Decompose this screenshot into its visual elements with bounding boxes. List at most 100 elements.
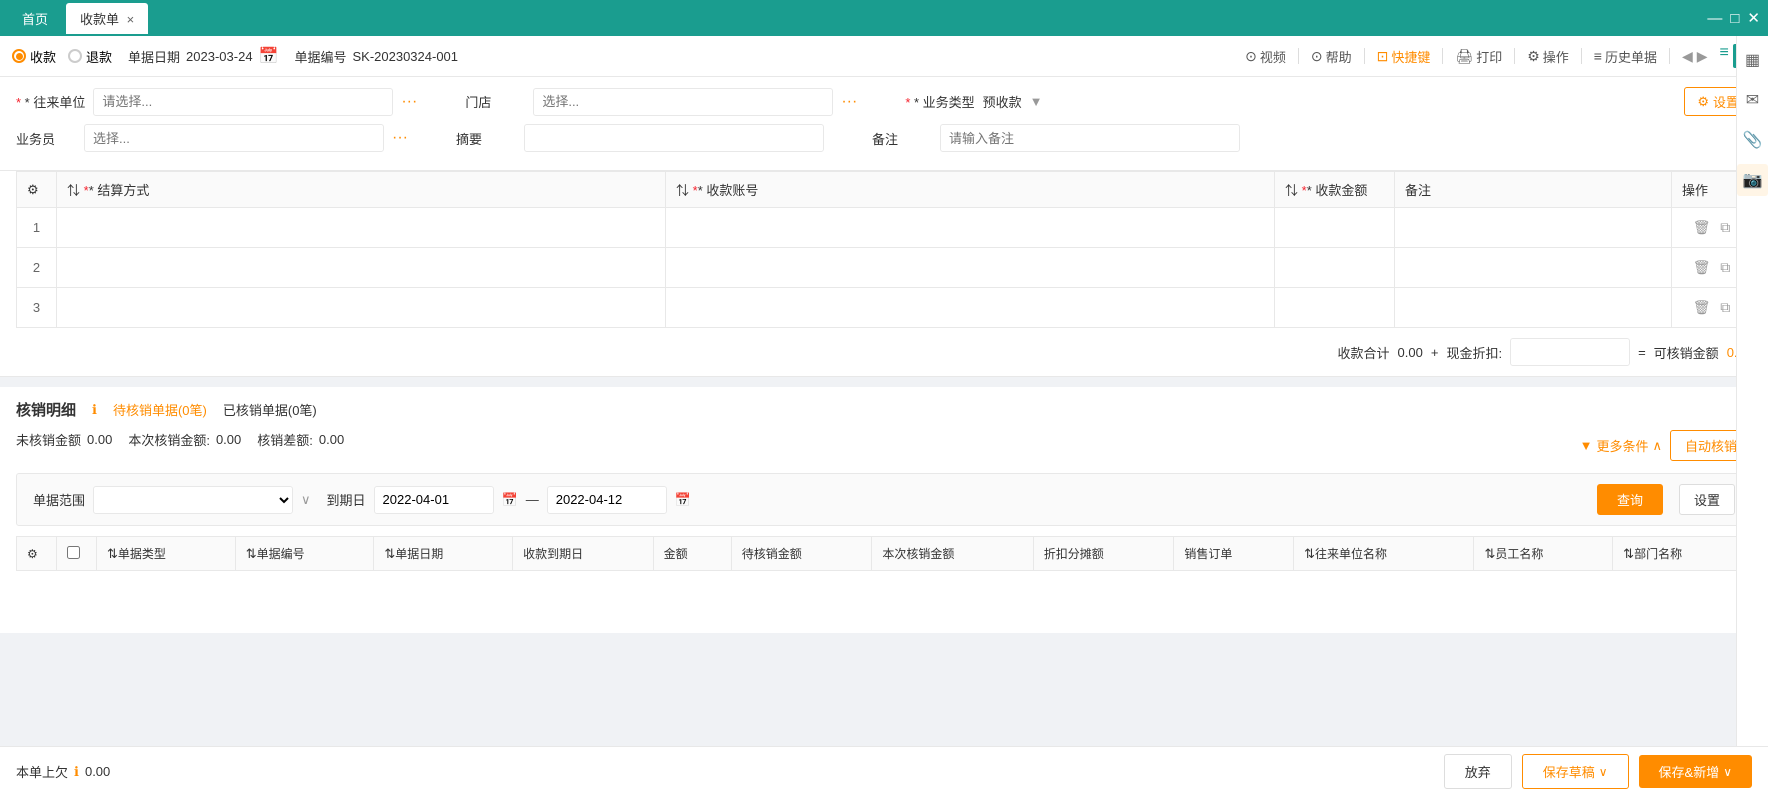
col-settings-header[interactable]: ⚙ — [17, 172, 57, 208]
doc-range-select[interactable] — [93, 486, 293, 514]
business-type-value: 预收款 — [983, 92, 1022, 111]
row-copy-icon[interactable]: ⧉ — [1720, 299, 1730, 315]
draft-arrow-icon: ∨ — [1599, 765, 1608, 779]
verify-col-discount: 折扣分摊额 — [1033, 537, 1174, 571]
right-sidebar: ▦ ✉ 📎 📷 — [1736, 36, 1768, 746]
discount-label: 现金折扣: — [1446, 343, 1502, 362]
verify-info-icon[interactable]: ℹ — [92, 402, 97, 418]
window-max-btn[interactable]: □ — [1730, 10, 1739, 27]
remark-input[interactable] — [940, 124, 1240, 152]
help-btn[interactable]: ⊙ 帮助 — [1311, 47, 1352, 66]
sort-icon: ⇅ — [676, 183, 689, 198]
tab-close-icon[interactable]: × — [127, 12, 135, 27]
doc-range-arrow[interactable]: ∨ — [301, 492, 311, 508]
verify-section: 核销明细 ℹ 待核销单据(0笔) 已核销单据(0笔) 未核销金额 0.00 本次… — [0, 387, 1768, 633]
sidebar-table-icon[interactable]: ▦ — [1739, 44, 1766, 76]
verify-col-current: 本次核销金额 — [872, 537, 1033, 571]
sort-icon: ⇅ — [1623, 546, 1634, 561]
toolbar-right: ⊙ 视频 ⊙ 帮助 ⊡ 快捷键 🖨 打印 ⚙ 操作 — [1245, 44, 1756, 68]
verify-settings-button[interactable]: 设置 — [1679, 484, 1735, 515]
total-value: 0.00 — [1398, 345, 1423, 360]
doc-number-value: SK-20230324-001 — [352, 49, 458, 64]
radio-receipt[interactable]: 收款 — [12, 47, 56, 66]
calendar-icon[interactable]: 📅 — [259, 46, 279, 66]
shop-more-btn[interactable]: ··· — [841, 94, 857, 110]
next-arrow[interactable]: ▶ — [1697, 48, 1708, 65]
table-row: 3 🗑 ⧉ — [17, 288, 1752, 328]
more-conditions-btn[interactable]: ▼ 更多条件 ∧ — [1580, 436, 1662, 455]
window-min-btn[interactable]: — — [1707, 10, 1722, 27]
partner-input[interactable] — [93, 88, 393, 116]
history-icon: ≡ — [1594, 48, 1602, 64]
verify-col-staff: ⇅员工名称 — [1474, 537, 1613, 571]
save-draft-button[interactable]: 保存草稿 ∨ — [1522, 754, 1629, 789]
shortcut-btn[interactable]: ⊡ 快捷键 — [1377, 47, 1431, 66]
row-delete-icon[interactable]: 🗑 — [1693, 259, 1711, 275]
shortcut-icon: ⊡ — [1377, 48, 1389, 65]
summary-input[interactable] — [524, 124, 824, 152]
list-view-icon[interactable]: ≡ — [1720, 44, 1729, 68]
sidebar-mail-icon[interactable]: ✉ — [1740, 84, 1765, 116]
window-close-btn[interactable]: ✕ — [1747, 9, 1760, 27]
footer-info-icon[interactable]: ℹ — [74, 764, 79, 780]
sort-icon: ⇅ — [384, 546, 395, 561]
business-type-label: * 业务类型 — [905, 92, 974, 111]
radio-refund[interactable]: 退款 — [68, 47, 112, 66]
table-row: 1 🗑 ⧉ — [17, 208, 1752, 248]
shop-input[interactable] — [533, 88, 833, 116]
verify-col-checkbox-header[interactable] — [57, 537, 97, 571]
verify-filter-row: 单据范围 ∨ 到期日 📅 — 📅 查询 设置 — [16, 473, 1752, 526]
partner-more-btn[interactable]: ··· — [401, 94, 417, 110]
operate-icon: ⚙ — [1527, 48, 1540, 65]
col-amount-header: ⇅ ** 收款金额 — [1275, 172, 1395, 208]
save-arrow-icon: ∨ — [1723, 765, 1732, 779]
row-delete-icon[interactable]: 🗑 — [1693, 219, 1711, 235]
remark-label: 备注 — [872, 129, 932, 148]
date-to-icon[interactable]: 📅 — [675, 492, 691, 508]
verify-title: 核销明细 — [16, 399, 76, 420]
doc-range-field: 单据范围 ∨ — [33, 486, 311, 514]
verify-col-settings[interactable]: ⚙ — [17, 537, 57, 571]
nav-home[interactable]: 首页 — [8, 3, 62, 34]
video-btn[interactable]: ⊙ 视频 — [1245, 47, 1286, 66]
query-button[interactable]: 查询 — [1597, 484, 1663, 515]
stat-diff: 核销差额: 0.00 — [257, 430, 344, 449]
history-btn[interactable]: ≡ 历史单据 — [1594, 47, 1657, 66]
table-settings-icon[interactable]: ⚙ — [27, 182, 39, 197]
verify-stats-row: 未核销金额 0.00 本次核销金额: 0.00 核销差额: 0.00 ▼ 更多条… — [16, 430, 1752, 461]
window-controls: — □ ✕ — [1707, 9, 1760, 27]
select-all-checkbox[interactable] — [67, 546, 80, 559]
date-to-input[interactable] — [547, 486, 667, 514]
verify-stats: 未核销金额 0.00 本次核销金额: 0.00 核销差额: 0.00 — [16, 430, 344, 449]
verify-col-amount: 金额 — [653, 537, 731, 571]
row-copy-icon[interactable]: ⧉ — [1720, 259, 1730, 275]
print-btn[interactable]: 🖨 打印 — [1455, 47, 1502, 66]
row-copy-icon[interactable]: ⧉ — [1720, 219, 1730, 235]
verify-col-doc-date: ⇅单据日期 — [374, 537, 513, 571]
nav-arrows: ◀ ▶ — [1682, 48, 1708, 65]
sidebar-clip-icon[interactable]: 📎 — [1737, 124, 1768, 156]
footer-current-value: 0.00 — [85, 764, 110, 779]
sidebar-screenshot-icon[interactable]: 📷 — [1737, 164, 1768, 196]
operate-btn[interactable]: ⚙ 操作 — [1527, 47, 1569, 66]
business-type-dropdown[interactable]: ▼ — [1030, 94, 1043, 109]
save-new-button[interactable]: 保存&新增 ∨ — [1639, 755, 1752, 788]
net-label: 可核销金额 — [1654, 343, 1719, 362]
date-from-icon[interactable]: 📅 — [502, 492, 518, 508]
date-from-input[interactable] — [374, 486, 494, 514]
toolbar: 收款 退款 单据日期 2023-03-24 📅 单据编号 SK-20230324… — [0, 36, 1768, 77]
row-delete-icon[interactable]: 🗑 — [1693, 299, 1711, 315]
prev-arrow[interactable]: ◀ — [1682, 48, 1693, 65]
form-row-1: * 往来单位 ··· 门店 ··· * 业务类型 预收款 ▼ ⚙ 设置 — [16, 87, 1752, 116]
date-range-field: 到期日 📅 — 📅 — [327, 486, 691, 514]
video-icon: ⊙ — [1245, 48, 1257, 65]
staff-input[interactable] — [84, 124, 384, 152]
verify-col-doc-num: ⇅单据编号 — [235, 537, 374, 571]
done-tab[interactable]: 已核销单据(0笔) — [223, 400, 317, 419]
nav-active-tab[interactable]: 收款单 × — [66, 3, 148, 34]
sort-icon: ⇅ — [1304, 546, 1315, 561]
pending-tab[interactable]: 待核销单据(0笔) — [113, 400, 207, 419]
staff-more-btn[interactable]: ··· — [392, 130, 408, 146]
discount-input[interactable] — [1510, 338, 1630, 366]
discard-button[interactable]: 放弃 — [1444, 754, 1512, 789]
